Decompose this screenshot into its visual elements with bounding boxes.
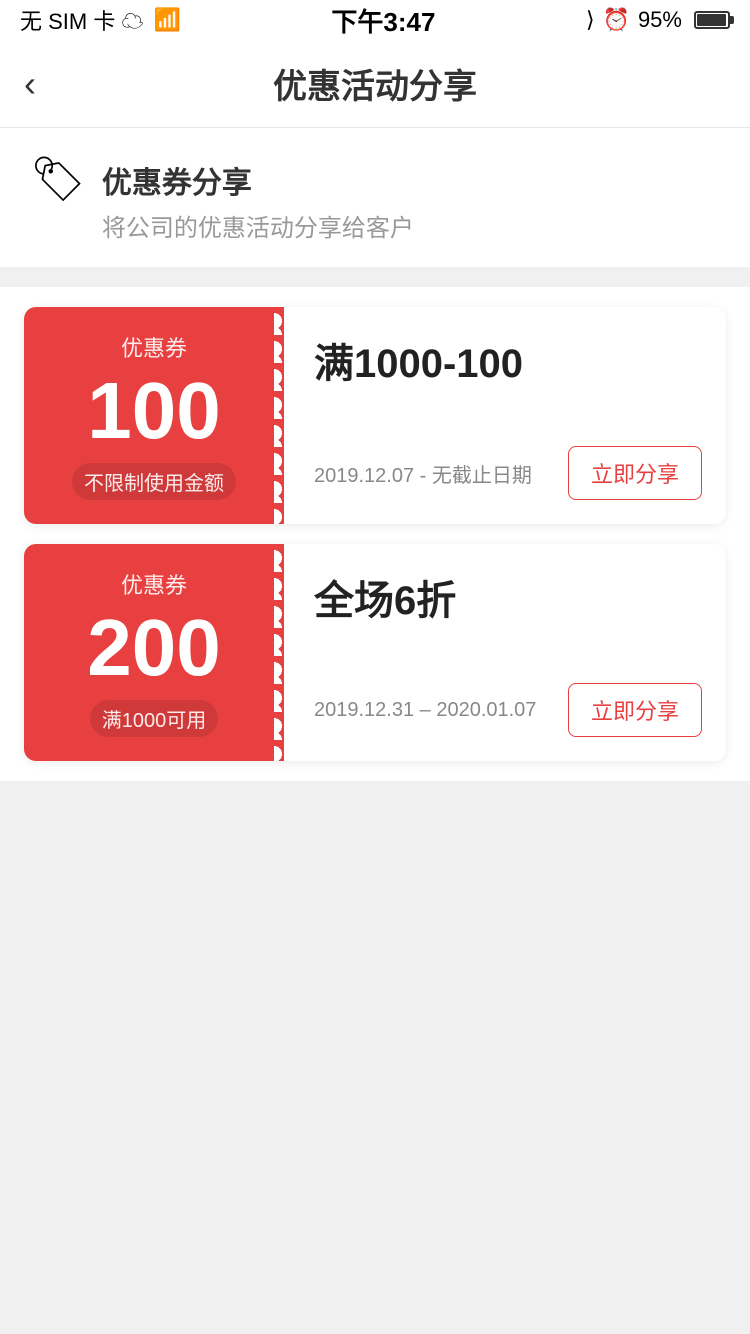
section-header: 🏷 优惠券分享 将公司的优惠活动分享给客户	[0, 128, 750, 267]
page-title: 优惠活动分享	[273, 59, 477, 108]
section-text: 优惠券分享 将公司的优惠活动分享给客户	[102, 158, 414, 243]
coupon-bottom-2: 2019.12.31 – 2020.01.07 立即分享	[314, 683, 702, 737]
coupon-amount-1: 100	[87, 371, 220, 451]
status-left: 无 SIM 卡 ☁ 📶	[20, 4, 181, 36]
coupon-list: 优惠券 100 不限制使用金额 满1000-100 2019.12.07 - 无…	[0, 287, 750, 781]
coupon-card-2: 优惠券 200 满1000可用 全场6折 2019.12.31 – 2020.0…	[24, 544, 726, 761]
coupon-left-2: 优惠券 200 满1000可用	[24, 544, 284, 761]
coupon-left-1: 优惠券 100 不限制使用金额	[24, 307, 284, 524]
share-button-1[interactable]: 立即分享	[568, 446, 702, 500]
empty-area	[0, 781, 750, 1281]
back-button[interactable]: ‹	[24, 66, 36, 102]
share-button-2[interactable]: 立即分享	[568, 683, 702, 737]
sim-label: 无 SIM 卡 ☁	[20, 4, 143, 36]
coupon-amount-2: 200	[87, 608, 220, 688]
coupon-right-1: 满1000-100 2019.12.07 - 无截止日期 立即分享	[284, 307, 726, 524]
battery-icon	[694, 11, 730, 29]
coupon-share-icon: 🏷	[30, 158, 86, 202]
coupon-date-2: 2019.12.31 – 2020.01.07	[314, 699, 556, 722]
coupon-date-1: 2019.12.07 - 无截止日期	[314, 459, 556, 488]
coupon-condition-2: 满1000可用	[90, 700, 219, 737]
wifi-icon: 📶	[153, 7, 180, 33]
nav-bar: ‹ 优惠活动分享	[0, 40, 750, 128]
battery-percent: 95%	[638, 7, 682, 33]
coupon-name-1: 满1000-100	[314, 331, 702, 389]
section-title: 优惠券分享	[102, 158, 414, 202]
coupon-condition-1: 不限制使用金额	[72, 463, 236, 500]
coupon-right-2: 全场6折 2019.12.31 – 2020.01.07 立即分享	[284, 544, 726, 761]
alarm-icon: ⏰	[603, 7, 630, 33]
section-subtitle: 将公司的优惠活动分享给客户	[102, 208, 414, 243]
coupon-name-2: 全场6折	[314, 568, 702, 626]
divider-top	[0, 267, 750, 287]
coupon-card-1: 优惠券 100 不限制使用金额 满1000-100 2019.12.07 - 无…	[24, 307, 726, 524]
status-bar: 无 SIM 卡 ☁ 📶 下午3:47 ⟩ ⏰ 95%	[0, 0, 750, 40]
coupon-label-2: 优惠券	[121, 568, 187, 600]
status-time: 下午3:47	[331, 2, 435, 39]
status-right: ⟩ ⏰ 95%	[586, 7, 730, 33]
coupon-label-1: 优惠券	[121, 331, 187, 363]
coupon-bottom-1: 2019.12.07 - 无截止日期 立即分享	[314, 446, 702, 500]
location-icon: ⟩	[586, 7, 595, 33]
